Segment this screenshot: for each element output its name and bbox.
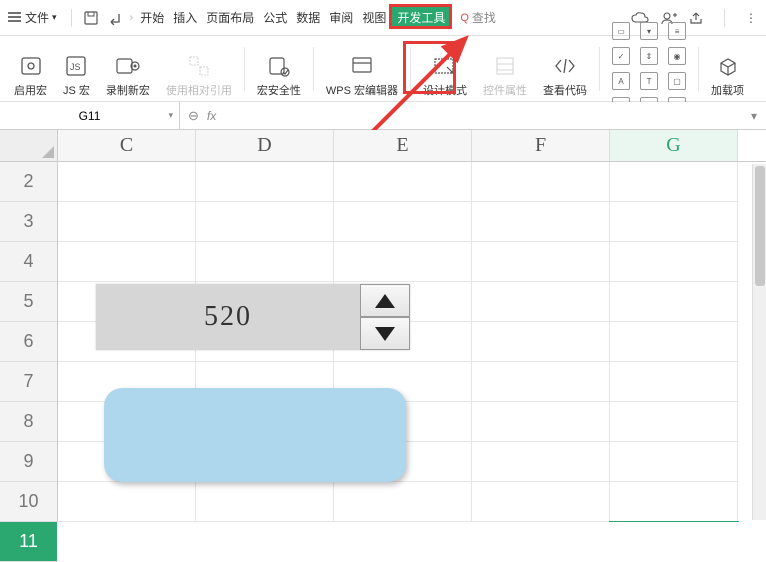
separator [599, 47, 600, 91]
ctrl-btn[interactable]: ▭ [612, 22, 630, 40]
ctrl-text[interactable]: T [640, 72, 658, 90]
ctrl-list[interactable]: ≡ [668, 22, 686, 40]
dropdown-icon: ▾ [52, 12, 57, 23]
spin-control[interactable]: 520 [96, 284, 410, 350]
select-all-corner[interactable] [0, 130, 57, 162]
dropdown-icon[interactable]: ▾ [168, 110, 173, 121]
tab-data[interactable]: 数据 [293, 6, 323, 29]
col-header[interactable]: F [472, 130, 610, 161]
search-icon: Q [460, 12, 469, 24]
row-header[interactable]: 8 [0, 402, 57, 442]
tab-view[interactable]: 视图 [359, 6, 389, 29]
ctrl-radio[interactable]: ◉ [668, 47, 686, 65]
col-header[interactable]: E [334, 130, 472, 161]
formula-bar: ▾ ⊖ fx ▾ [0, 102, 766, 130]
rb-enable-macro[interactable]: 启用宏 [6, 40, 55, 98]
tab-review[interactable]: 审阅 [326, 6, 356, 29]
scrollbar-thumb[interactable] [755, 166, 765, 286]
row-headers: 2 3 4 5 6 7 8 9 10 11 [0, 130, 58, 522]
tab-insert[interactable]: 插入 [170, 6, 200, 29]
save-icon[interactable] [84, 10, 99, 25]
expand-icon[interactable]: ▾ [742, 109, 766, 123]
undo-icon[interactable] [107, 10, 122, 25]
row-header[interactable]: 7 [0, 362, 57, 402]
divider [71, 9, 72, 27]
rb-record-macro[interactable]: 录制新宏 [98, 40, 158, 98]
rounded-rectangle-shape[interactable] [104, 388, 406, 482]
search-label: 查找 [472, 9, 496, 26]
divider [724, 9, 725, 27]
tab-formula[interactable]: 公式 [260, 6, 290, 29]
spin-up-button[interactable] [360, 284, 410, 317]
spin-down-button[interactable] [360, 317, 410, 350]
svg-text:JS: JS [70, 62, 81, 72]
row-header[interactable]: 2 [0, 162, 57, 202]
rb-view-code[interactable]: 查看代码 [535, 40, 595, 98]
row-header[interactable]: 10 [0, 482, 57, 522]
col-header[interactable]: C [58, 130, 196, 161]
ctrl-spin[interactable]: ⇕ [640, 47, 658, 65]
triangle-down-icon [375, 327, 395, 341]
file-label: 文件 [25, 9, 49, 26]
row-header[interactable]: 9 [0, 442, 57, 482]
file-menu[interactable]: 文件 ▾ [8, 9, 57, 26]
ctrl-group[interactable]: ▢ [668, 72, 686, 90]
col-header[interactable]: D [196, 130, 334, 161]
ctrl-combo[interactable]: ▾ [640, 22, 658, 40]
separator [313, 47, 314, 91]
tab-start[interactable]: 开始 [137, 6, 167, 29]
tab-devtools[interactable]: 开发工具 [392, 6, 450, 29]
ribbon: 启用宏 JS JS 宏 录制新宏 使用相对引用 宏安全性 WPS 宏编辑器 设计… [0, 36, 766, 102]
name-box-input[interactable] [50, 109, 130, 123]
separator [410, 47, 411, 91]
spin-value: 520 [96, 284, 360, 350]
row-header[interactable]: 4 [0, 242, 57, 282]
rb-macro-security[interactable]: 宏安全性 [249, 40, 309, 98]
vertical-scrollbar[interactable] [752, 164, 766, 520]
formula-input[interactable] [224, 102, 742, 129]
row-header[interactable]: 3 [0, 202, 57, 242]
rb-relative-ref: 使用相对引用 [158, 40, 240, 98]
separator [244, 47, 245, 91]
rb-design-mode[interactable]: 设计模式 [415, 40, 475, 98]
ctrl-check[interactable]: ✓ [612, 47, 630, 65]
col-header-selected[interactable]: G [610, 130, 738, 161]
triangle-up-icon [375, 294, 395, 308]
tab-layout[interactable]: 页面布局 [203, 6, 257, 29]
row-header[interactable]: 6 [0, 322, 57, 362]
more-icon[interactable]: ⋮ [745, 11, 758, 25]
col-headers: C D E F G [58, 130, 766, 162]
rb-control-props: 控件属性 [475, 40, 535, 98]
fx-label[interactable]: fx [207, 109, 216, 123]
chevron-icon: › [130, 12, 134, 24]
search[interactable]: Q 查找 [460, 9, 496, 26]
hamburger-icon [8, 12, 21, 23]
ctrl-label[interactable]: A [612, 72, 630, 90]
separator [698, 47, 699, 91]
row-header-selected[interactable]: 11 [0, 522, 57, 562]
rb-js-macro[interactable]: JS JS 宏 [55, 40, 98, 98]
share-icon[interactable] [689, 11, 704, 25]
rb-wps-editor[interactable]: WPS 宏编辑器 [318, 40, 406, 98]
rb-addins[interactable]: 加载项 [703, 40, 752, 98]
zoom-icon[interactable]: ⊖ [188, 108, 199, 124]
row-header[interactable]: 5 [0, 282, 57, 322]
name-box[interactable]: ▾ [0, 102, 180, 129]
ribbon-tabs: 开始 插入 页面布局 公式 数据 审阅 视图 开发工具 [137, 6, 450, 29]
